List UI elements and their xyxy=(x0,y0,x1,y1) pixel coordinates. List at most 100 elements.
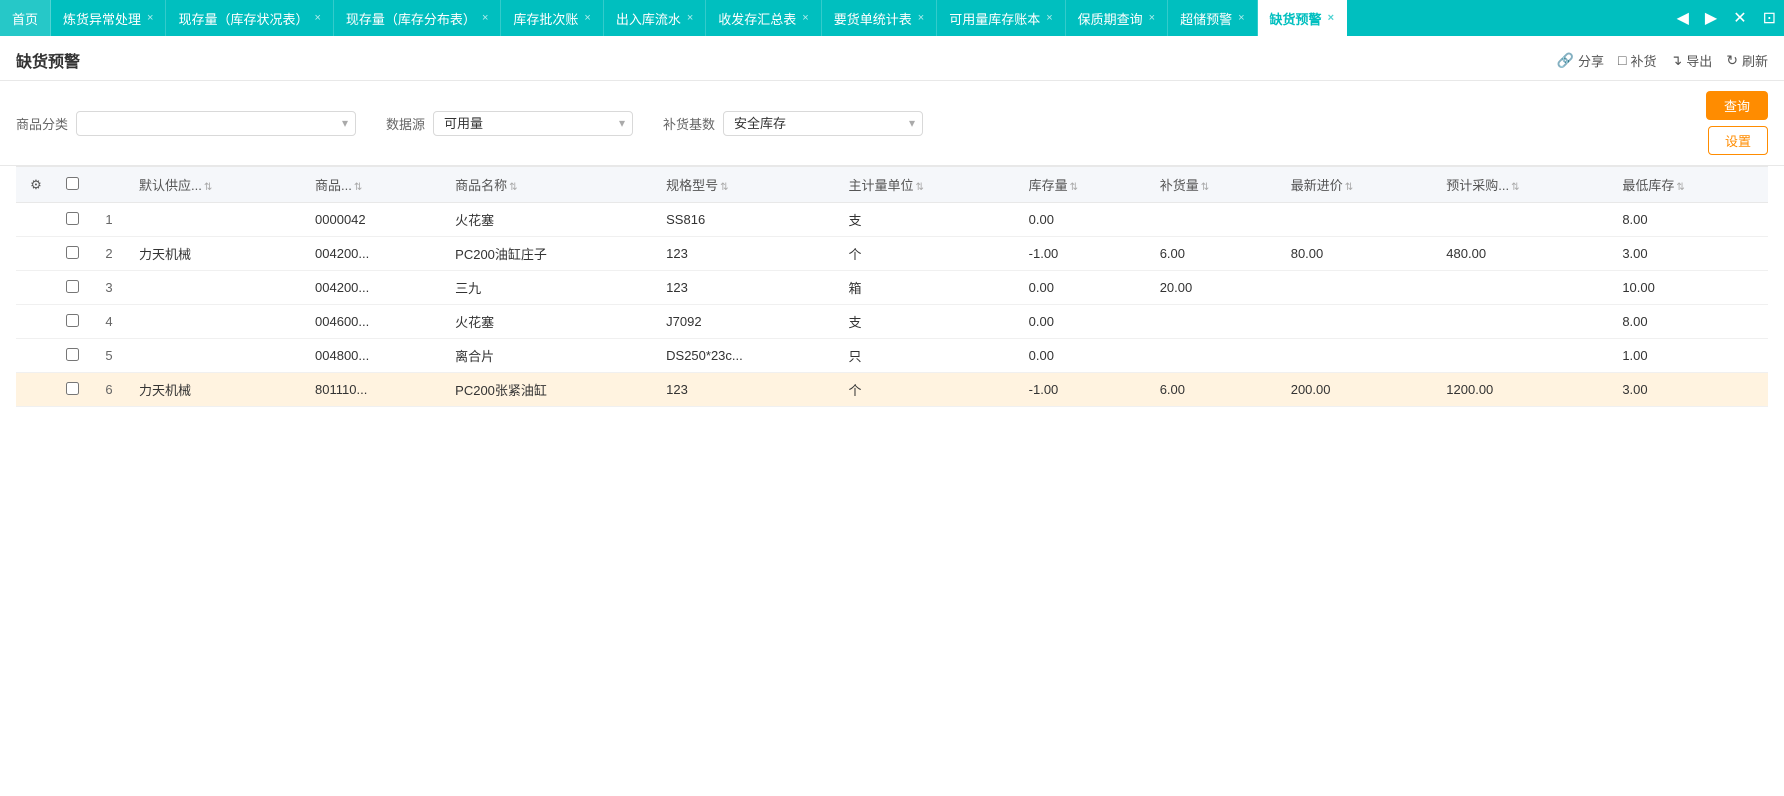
row-est-purchase-cell xyxy=(1436,203,1612,237)
close-icon[interactable]: × xyxy=(147,12,153,24)
nav-tab-6[interactable]: 收发存汇总表 × xyxy=(706,0,821,36)
nav-tab-home[interactable]: 首页 xyxy=(0,0,51,36)
export-button[interactable]: ↴ 导出 xyxy=(1671,51,1713,70)
nav-close-button[interactable]: ✕ xyxy=(1725,0,1754,36)
close-icon[interactable]: × xyxy=(802,12,808,24)
page-header: 缺货预警 🔗 分享 □ 补货 ↴ 导出 ↻ 刷新 xyxy=(0,36,1784,81)
row-item-name-cell: PC200张紧油缸 xyxy=(445,373,656,407)
filter-group-commodity: 商品分类 xyxy=(16,111,356,136)
close-icon[interactable]: × xyxy=(314,12,320,24)
row-item-code-cell: 004600... xyxy=(305,305,445,339)
nav-prev-button[interactable]: ◀ xyxy=(1669,0,1697,36)
close-icon[interactable]: × xyxy=(1149,12,1155,24)
col-header-stock-qty[interactable]: 库存量⇅ xyxy=(1019,167,1150,203)
nav-tab-3[interactable]: 现存量（库存分布表） × xyxy=(334,0,501,36)
sort-icon-est-purchase: ⇅ xyxy=(1511,182,1519,193)
row-checkbox[interactable] xyxy=(66,212,79,225)
nav-tab-11[interactable]: 缺货预警 × xyxy=(1258,0,1347,36)
replenish-icon: □ xyxy=(1618,52,1626,68)
table-settings-header[interactable]: ⚙ xyxy=(16,167,56,203)
replenish-button[interactable]: □ 补货 xyxy=(1618,51,1656,70)
row-num-cell: 6 xyxy=(89,373,129,407)
close-icon[interactable]: × xyxy=(584,12,590,24)
nav-tab-10[interactable]: 超储预警 × xyxy=(1168,0,1257,36)
col-header-item-name[interactable]: 商品名称⇅ xyxy=(445,167,656,203)
nav-tab-7[interactable]: 要货单统计表 × xyxy=(822,0,937,36)
row-checkbox[interactable] xyxy=(66,280,79,293)
sort-icon-stock-qty: ⇅ xyxy=(1070,182,1078,193)
row-supplier-cell: 力天机械 xyxy=(129,373,305,407)
col-header-min-stock[interactable]: 最低库存⇅ xyxy=(1612,167,1768,203)
row-settings-cell xyxy=(16,339,56,373)
row-supplier-cell xyxy=(129,339,305,373)
nav-tab-4[interactable]: 库存批次账 × xyxy=(501,0,603,36)
close-icon[interactable]: × xyxy=(1238,12,1244,24)
refresh-button[interactable]: ↻ 刷新 xyxy=(1726,51,1768,70)
row-latest-price-cell xyxy=(1281,203,1437,237)
col-header-replenish-qty[interactable]: 补货量⇅ xyxy=(1150,167,1281,203)
row-unit-cell: 个 xyxy=(839,373,1019,407)
close-icon[interactable]: × xyxy=(482,12,488,24)
row-item-code-cell: 004200... xyxy=(305,271,445,305)
table-row: 4 004600... 火花塞 J7092 支 0.00 8.00 xyxy=(16,305,1768,339)
close-icon[interactable]: × xyxy=(1328,12,1334,24)
table-checkbox-header[interactable] xyxy=(56,167,89,203)
nav-tab-9[interactable]: 保质期查询 × xyxy=(1066,0,1168,36)
row-checkbox-cell[interactable] xyxy=(56,305,89,339)
row-checkbox[interactable] xyxy=(66,314,79,327)
row-settings-cell xyxy=(16,373,56,407)
row-checkbox[interactable] xyxy=(66,382,79,395)
commodity-class-select[interactable] xyxy=(76,111,356,136)
data-source-label: 数据源 xyxy=(386,114,425,133)
row-num-cell: 1 xyxy=(89,203,129,237)
row-unit-cell: 支 xyxy=(839,203,1019,237)
nav-tab-2[interactable]: 现存量（库存状况表） × xyxy=(166,0,333,36)
export-icon: ↴ xyxy=(1671,52,1683,69)
nav-tab-5[interactable]: 出入库流水 × xyxy=(604,0,706,36)
nav-fullscreen-button[interactable]: ⊡ xyxy=(1755,0,1784,36)
row-checkbox-cell[interactable] xyxy=(56,203,89,237)
row-supplier-cell xyxy=(129,271,305,305)
table-rownum-header xyxy=(89,167,129,203)
col-header-unit[interactable]: 主计量单位⇅ xyxy=(839,167,1019,203)
row-settings-cell xyxy=(16,271,56,305)
settings-button[interactable]: 设置 xyxy=(1708,126,1768,155)
share-button[interactable]: 🔗 分享 xyxy=(1557,51,1604,70)
row-supplier-cell xyxy=(129,203,305,237)
row-checkbox-cell[interactable] xyxy=(56,237,89,271)
row-est-purchase-cell xyxy=(1436,271,1612,305)
row-min-stock-cell: 10.00 xyxy=(1612,271,1768,305)
row-est-purchase-cell xyxy=(1436,305,1612,339)
close-icon[interactable]: × xyxy=(1046,12,1052,24)
row-checkbox[interactable] xyxy=(66,348,79,361)
refresh-icon: ↻ xyxy=(1726,52,1738,69)
page-title: 缺货预警 xyxy=(16,48,80,72)
row-checkbox[interactable] xyxy=(66,246,79,259)
nav-next-button[interactable]: ▶ xyxy=(1697,0,1725,36)
row-spec-cell: SS816 xyxy=(656,203,838,237)
row-checkbox-cell[interactable] xyxy=(56,373,89,407)
close-icon[interactable]: × xyxy=(918,12,924,24)
table-row: 2 力天机械 004200... PC200油缸庄子 123 个 -1.00 6… xyxy=(16,237,1768,271)
close-icon[interactable]: × xyxy=(687,12,693,24)
nav-tab-1[interactable]: 炼货异常处理 × xyxy=(51,0,166,36)
row-latest-price-cell: 80.00 xyxy=(1281,237,1437,271)
col-header-spec[interactable]: 规格型号⇅ xyxy=(656,167,838,203)
table-row: 1 0000042 火花塞 SS816 支 0.00 8.00 xyxy=(16,203,1768,237)
row-replenish-qty-cell xyxy=(1150,305,1281,339)
row-checkbox-cell[interactable] xyxy=(56,271,89,305)
row-checkbox-cell[interactable] xyxy=(56,339,89,373)
select-all-checkbox[interactable] xyxy=(66,177,79,190)
sort-icon-unit: ⇅ xyxy=(916,182,924,193)
row-unit-cell: 箱 xyxy=(839,271,1019,305)
col-header-supplier[interactable]: 默认供应...⇅ xyxy=(129,167,305,203)
row-num-cell: 5 xyxy=(89,339,129,373)
col-header-item-code[interactable]: 商品...⇅ xyxy=(305,167,445,203)
col-header-latest-price[interactable]: 最新进价⇅ xyxy=(1281,167,1437,203)
data-source-select[interactable]: 可用量 xyxy=(433,111,633,136)
replenish-base-select[interactable]: 安全库存 xyxy=(723,111,923,136)
query-button[interactable]: 查询 xyxy=(1706,91,1768,120)
col-header-est-purchase[interactable]: 预计采购...⇅ xyxy=(1436,167,1612,203)
nav-tab-8[interactable]: 可用量库存账本 × xyxy=(937,0,1065,36)
nav-controls: ◀ ▶ ✕ ⊡ xyxy=(1669,0,1784,36)
